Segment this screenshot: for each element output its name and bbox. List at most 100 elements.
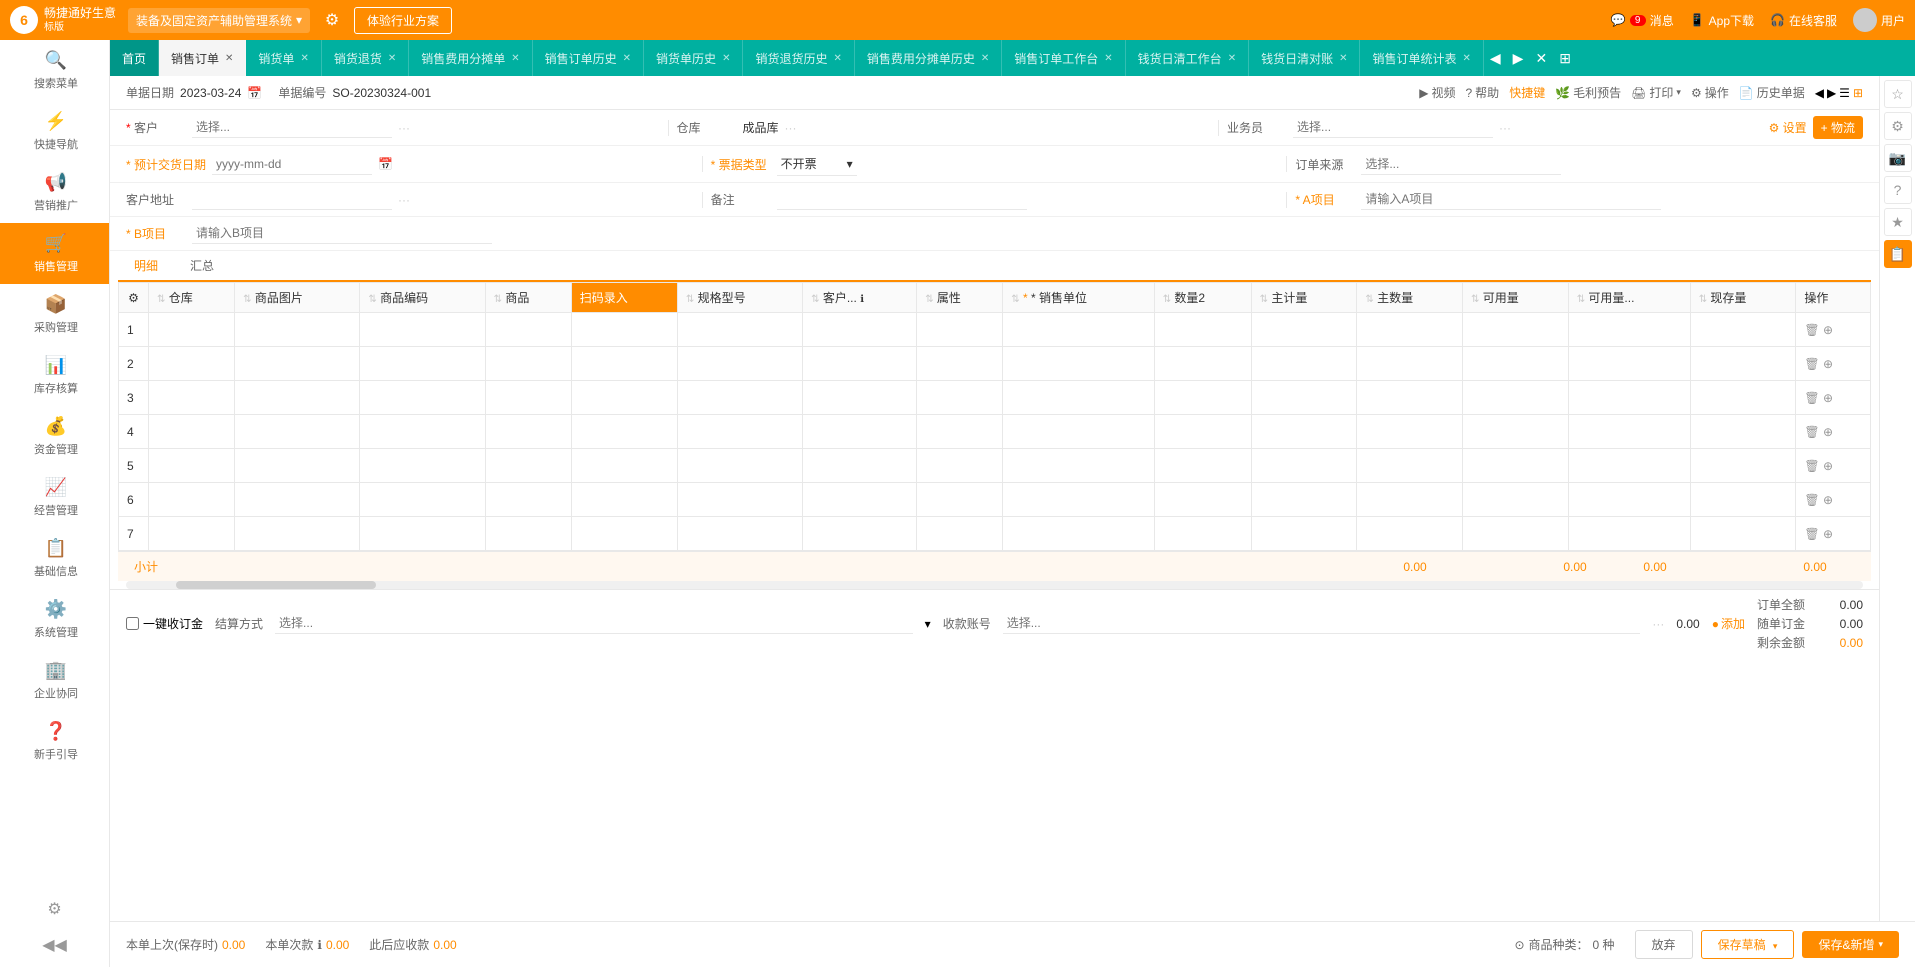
sidebar-item-search[interactable]: 🔍 搜索菜单 [0,40,109,101]
row-customer-code[interactable] [803,483,917,517]
row-code[interactable] [360,449,485,483]
sidebar-item-inventory[interactable]: 📊 库存核算 [0,345,109,406]
row-qty2[interactable] [1154,381,1251,415]
row-qty2[interactable] [1154,449,1251,483]
row-product[interactable] [485,517,571,551]
row-delete-icon[interactable]: 🗑 [1804,323,1819,337]
row-main-qty[interactable] [1357,313,1463,347]
tab-fee-history[interactable]: 销售费用分摊单历史 ✕ [855,40,1002,76]
row-delete-icon[interactable]: 🗑 [1804,425,1819,439]
save-dropdown-icon[interactable]: ▾ [1878,939,1883,950]
help-btn[interactable]: ? 帮助 [1465,84,1499,101]
row-attribute[interactable] [917,347,1003,381]
salesperson-more-btn[interactable]: ··· [1499,121,1511,135]
a-project-input[interactable] [1361,189,1661,210]
sidebar-item-purchase[interactable]: 📦 采购管理 [0,284,109,345]
row-spec[interactable] [677,381,802,415]
tab-close-icon[interactable]: ✕ [225,53,233,64]
system-selector[interactable]: 装备及固定资产辅助管理系统 ▾ [128,8,310,33]
row-main-qty[interactable] [1357,449,1463,483]
sidebar-item-operations[interactable]: 📈 经营管理 [0,467,109,528]
row-copy-icon[interactable]: ⊕ [1823,493,1833,507]
save-new-button[interactable]: 保存&新增 ▾ [1802,931,1899,958]
row-spec[interactable] [677,347,802,381]
row-warehouse[interactable] [149,415,235,449]
row-customer-code[interactable] [803,347,917,381]
view-video-btn[interactable]: ▶ 视频 [1419,84,1455,101]
right-icon-1[interactable]: ☆ [1884,80,1912,108]
right-icon-3[interactable]: 📷 [1884,144,1912,172]
row-product[interactable] [485,449,571,483]
row-warehouse[interactable] [149,313,235,347]
calendar-icon[interactable]: 📅 [247,86,262,100]
sidebar-collapse-icon[interactable]: ◀◀ [41,931,69,959]
row-product[interactable] [485,483,571,517]
operations-btn[interactable]: ⚙ 操作 [1691,84,1729,101]
tab-close-icon[interactable]: ✕ [1339,53,1347,64]
detail-tab-huizong[interactable]: 汇总 [174,251,230,282]
history-btn[interactable]: 📄 历史单据 [1739,84,1805,101]
row-warehouse[interactable] [149,381,235,415]
row-code[interactable] [360,517,485,551]
user-area[interactable]: 用户 [1853,8,1905,32]
solution-button[interactable]: 体验行业方案 [354,7,452,34]
row-unit[interactable] [1003,483,1154,517]
row-code[interactable] [360,313,485,347]
row-spec[interactable] [677,313,802,347]
row-spec[interactable] [677,483,802,517]
sidebar-item-guide[interactable]: ❓ 新手引导 [0,711,109,772]
row-customer-code[interactable] [803,313,917,347]
row-spec[interactable] [677,449,802,483]
sidebar-item-finance[interactable]: 💰 资金管理 [0,406,109,467]
row-copy-icon[interactable]: ⊕ [1823,425,1833,439]
print-btn[interactable]: 🖨 打印 ▾ [1631,84,1681,101]
payment-method-dropdown[interactable]: ▾ [925,617,931,631]
delivery-calendar-icon[interactable]: 📅 [378,157,393,171]
salesperson-input[interactable] [1293,117,1493,138]
tab-close-icon[interactable]: ✕ [1104,53,1112,64]
horizontal-scrollbar[interactable] [126,581,1863,589]
row-product[interactable] [485,347,571,381]
tab-sales-fee[interactable]: 销售费用分摊单 ✕ [409,40,532,76]
row-copy-icon[interactable]: ⊕ [1823,357,1833,371]
row-warehouse[interactable] [149,347,235,381]
row-warehouse[interactable] [149,449,235,483]
settings-icon[interactable]: ⚙ [318,6,346,34]
right-icon-2[interactable]: ⚙ [1884,112,1912,140]
tab-close-icon[interactable]: ✕ [1463,53,1471,64]
shortcut-btn[interactable]: 快捷键 [1509,84,1545,101]
sidebar-item-enterprise[interactable]: 🏢 企业协同 [0,650,109,711]
address-more-btn[interactable]: ··· [398,193,410,207]
row-copy-icon[interactable]: ⊕ [1823,459,1833,473]
sidebar-item-sales[interactable]: 🛒 销售管理 [0,223,109,284]
row-warehouse[interactable] [149,483,235,517]
remarks-input[interactable] [777,189,1027,210]
row-attribute[interactable] [917,313,1003,347]
delivery-date-input[interactable] [212,154,372,175]
row-delete-icon[interactable]: 🗑 [1804,391,1819,405]
tab-order-workbench[interactable]: 销售订单工作台 ✕ [1002,40,1125,76]
tab-close-icon[interactable]: ✕ [623,53,631,64]
row-code[interactable] [360,381,485,415]
grid-view-btn[interactable]: ⊞ [1853,86,1863,100]
tab-order-history[interactable]: 销售订单历史 ✕ [533,40,644,76]
col-scan[interactable]: 扫码录入 [571,283,677,313]
save-draft-button[interactable]: 保存草稿 ▾ [1701,930,1795,959]
sidebar-item-marketing[interactable]: 📢 营销推广 [0,162,109,223]
goods-logistics-btn[interactable]: + 物流 [1813,116,1863,139]
tab-sales-return[interactable]: 销货退货 ✕ [322,40,409,76]
sidebar-item-quicknav[interactable]: ⚡ 快捷导航 [0,101,109,162]
customer-more-btn[interactable]: ··· [398,121,410,135]
row-qty2[interactable] [1154,347,1251,381]
next-record-btn[interactable]: ▶ [1827,86,1836,100]
payment-more-btn[interactable]: ··· [1652,617,1664,631]
payment-method-select[interactable] [275,613,913,634]
row-qty2[interactable] [1154,517,1251,551]
row-unit[interactable] [1003,449,1154,483]
invoice-type-select[interactable]: 不开票 ▾ [777,152,857,176]
tab-close-all-btn[interactable]: ✕ [1529,50,1553,67]
row-attribute[interactable] [917,415,1003,449]
row-qty2[interactable] [1154,483,1251,517]
draft-dropdown-icon[interactable]: ▾ [1773,941,1778,951]
right-icon-6[interactable]: 📋 [1884,240,1912,268]
